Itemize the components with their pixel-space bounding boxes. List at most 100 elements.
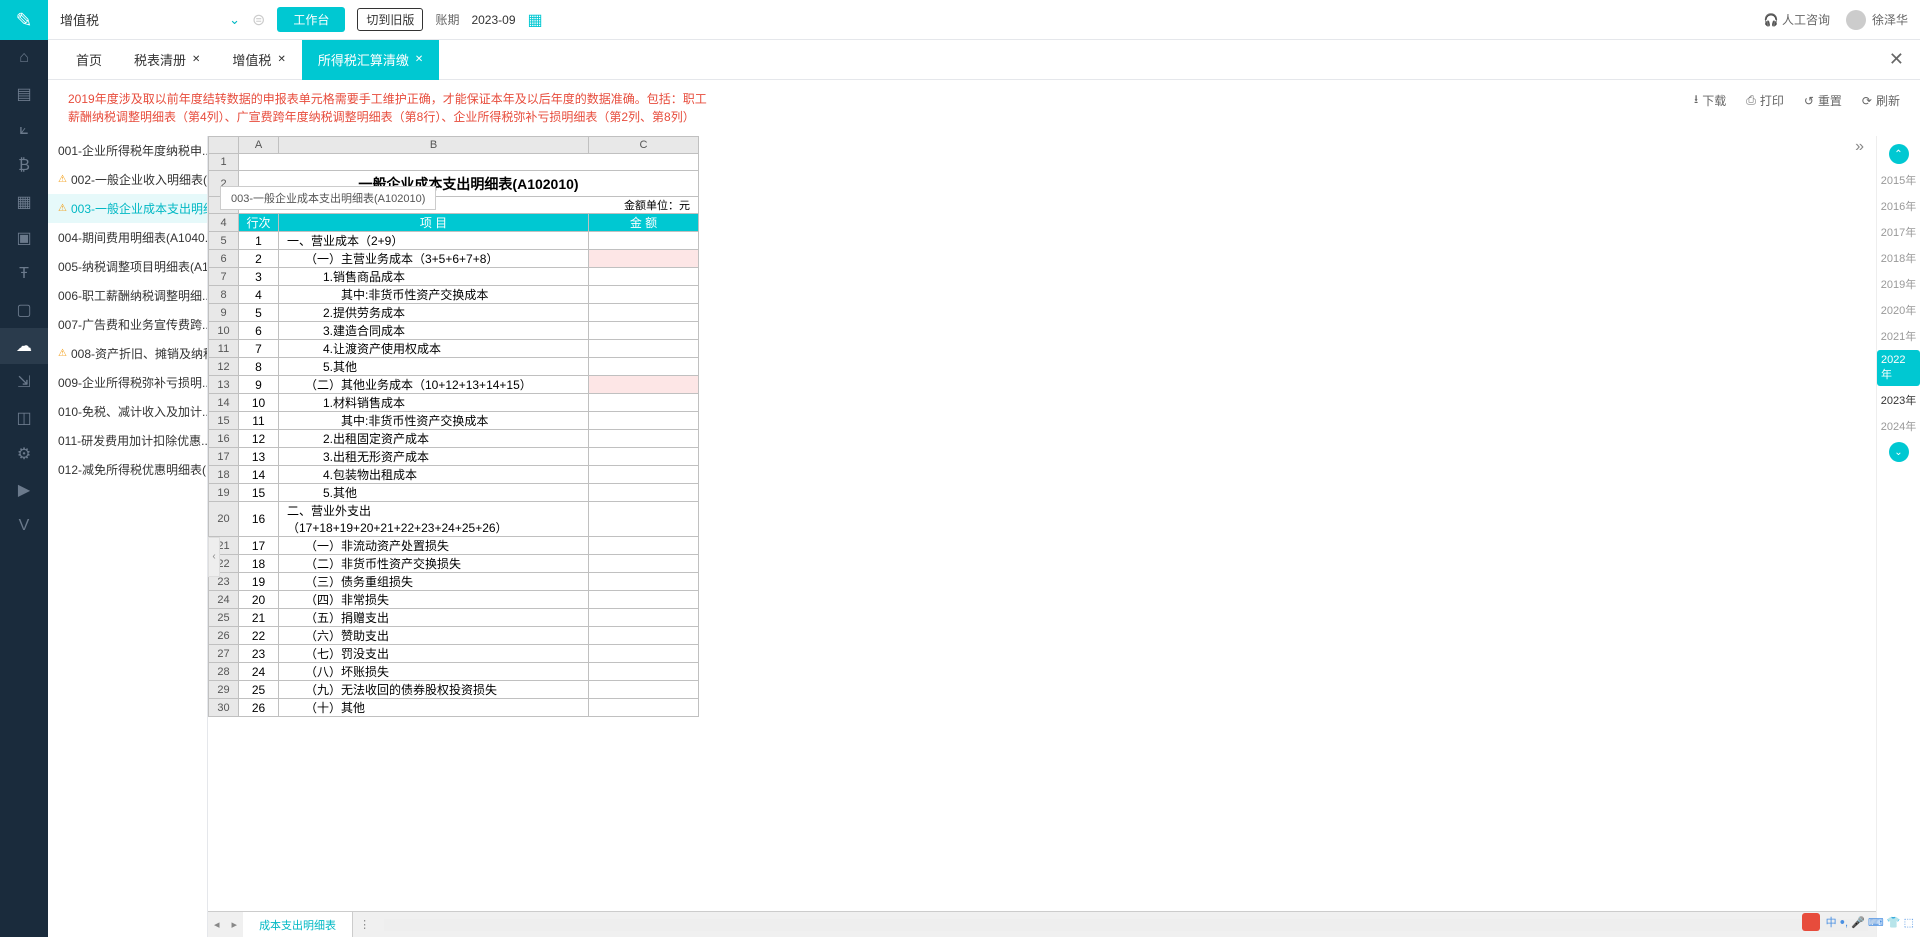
amount-cell[interactable]: [589, 466, 699, 484]
tab-税表清册[interactable]: 税表清册✕: [118, 40, 216, 80]
expand-icon[interactable]: »: [1847, 138, 1872, 156]
nav-tax-icon[interactable]: ☁: [0, 328, 48, 364]
amount-cell[interactable]: [589, 412, 699, 430]
row-number: 24: [239, 663, 279, 681]
nav-settings-icon[interactable]: ⚙: [0, 436, 48, 472]
amount-cell[interactable]: [589, 232, 699, 250]
nav-item[interactable]: 011-研发费用加计扣除优惠...: [48, 426, 207, 455]
nav-chart-icon[interactable]: ⟀: [0, 112, 48, 148]
amount-cell[interactable]: [589, 681, 699, 699]
nav-v-icon[interactable]: V: [0, 508, 48, 544]
nav-item[interactable]: 009-企业所得税弥补亏损明...: [48, 368, 207, 397]
horizontal-scrollbar[interactable]: [384, 919, 1868, 931]
sheet-scroll[interactable]: ABC12一般企业成本支出明细表(A102010)3金额单位：元4行次项 目金 …: [208, 136, 1876, 911]
amount-cell[interactable]: [589, 340, 699, 358]
amount-cell[interactable]: [589, 627, 699, 645]
close-icon[interactable]: ✕: [192, 54, 200, 65]
user-menu[interactable]: 徐泽华: [1846, 10, 1908, 30]
nav-item[interactable]: 005-纳税调整项目明细表(A1...: [48, 252, 207, 281]
amount-cell[interactable]: [589, 304, 699, 322]
oldversion-button[interactable]: 切到旧版: [357, 8, 423, 31]
amount-cell[interactable]: [589, 573, 699, 591]
nav-money-icon[interactable]: ₿: [0, 148, 48, 184]
year-item[interactable]: 2017年: [1879, 220, 1918, 244]
nav-item[interactable]: 010-免税、减计收入及加计...: [48, 397, 207, 426]
sheet-next-icon[interactable]: ▸: [226, 918, 244, 931]
nav-video-icon[interactable]: ▶: [0, 472, 48, 508]
support-link[interactable]: 🎧 人工咨询: [1764, 11, 1830, 28]
year-item[interactable]: 2023年: [1879, 388, 1918, 412]
sheet-tab[interactable]: 成本支出明细表: [243, 912, 353, 937]
close-icon[interactable]: ✕: [277, 54, 285, 65]
close-icon[interactable]: ✕: [415, 54, 423, 65]
nav-inbox-icon[interactable]: ◫: [0, 400, 48, 436]
company-dropdown[interactable]: 增值税 ⌄: [60, 10, 240, 29]
nav-item[interactable]: 012-减免所得税优惠明细表(...: [48, 455, 207, 484]
nav-report-icon[interactable]: ▦: [0, 184, 48, 220]
collapse-handle[interactable]: ‹: [208, 537, 220, 577]
ime-logo-icon[interactable]: [1802, 913, 1820, 931]
tab-所得税汇算清缴[interactable]: 所得税汇算清缴✕: [302, 40, 439, 80]
ime-status[interactable]: 中 ꔷ, 🎤 ⌨ 👕 ⬚: [1826, 914, 1914, 930]
download-action[interactable]: ⭳ 下载: [1694, 90, 1726, 111]
amount-cell[interactable]: [589, 268, 699, 286]
row-item: 4.让渡资产使用权成本: [279, 340, 589, 358]
nav-item[interactable]: 006-职工薪酬纳税调整明细...: [48, 281, 207, 310]
col-header[interactable]: B: [279, 137, 589, 154]
amount-cell[interactable]: [589, 286, 699, 304]
nav-form-icon[interactable]: ▣: [0, 220, 48, 256]
refresh-action[interactable]: ⟳ 刷新: [1862, 90, 1900, 111]
nav-item[interactable]: ⚠003-一般企业成本支出明细...: [48, 194, 207, 223]
amount-cell[interactable]: [589, 376, 699, 394]
year-item[interactable]: 2018年: [1879, 246, 1918, 270]
amount-cell[interactable]: [589, 322, 699, 340]
reset-action[interactable]: ↺ 重置: [1804, 90, 1842, 111]
sheet-prev-icon[interactable]: ◂: [208, 918, 226, 931]
print-action[interactable]: ⎙ 打印: [1746, 90, 1784, 111]
tab-首页[interactable]: 首页: [60, 40, 118, 80]
amount-cell[interactable]: [589, 609, 699, 627]
nav-item[interactable]: ⚠002-一般企业收入明细表(A...: [48, 165, 207, 194]
year-rail: ⌃ 2015年2016年2017年2018年2019年2020年2021年202…: [1876, 136, 1920, 937]
amount-cell[interactable]: [589, 502, 699, 537]
nav-t-icon[interactable]: Ŧ: [0, 256, 48, 292]
amount-cell[interactable]: [589, 663, 699, 681]
sheet-menu-icon[interactable]: ⋮: [353, 918, 376, 931]
nav-export-icon[interactable]: ⇲: [0, 364, 48, 400]
nav-item[interactable]: 007-广告费和业务宣传费跨...: [48, 310, 207, 339]
tab-增值税[interactable]: 增值税✕: [216, 40, 301, 80]
amount-cell[interactable]: [589, 699, 699, 717]
year-item[interactable]: 2016年: [1879, 194, 1918, 218]
nav-doc-icon[interactable]: ▤: [0, 76, 48, 112]
year-item[interactable]: 2022年: [1877, 350, 1920, 386]
year-down-icon[interactable]: ⌄: [1889, 442, 1909, 462]
nav-item[interactable]: 004-期间费用明细表(A1040...: [48, 223, 207, 252]
nav-home-icon[interactable]: ⌂: [0, 40, 48, 76]
workspace-button[interactable]: 工作台: [277, 7, 345, 32]
amount-cell[interactable]: [589, 430, 699, 448]
col-header[interactable]: A: [239, 137, 279, 154]
amount-cell[interactable]: [589, 591, 699, 609]
app-logo[interactable]: ✎: [0, 0, 48, 40]
year-item[interactable]: 2015年: [1879, 168, 1918, 192]
year-up-icon[interactable]: ⌃: [1889, 144, 1909, 164]
amount-cell[interactable]: [589, 645, 699, 663]
amount-cell[interactable]: [589, 555, 699, 573]
nav-calendar-icon[interactable]: ▢: [0, 292, 48, 328]
amount-cell[interactable]: [589, 394, 699, 412]
calendar-icon[interactable]: ▦: [528, 10, 543, 30]
nav-item[interactable]: 001-企业所得税年度纳税申...: [48, 136, 207, 165]
amount-cell[interactable]: [589, 250, 699, 268]
amount-cell[interactable]: [589, 358, 699, 376]
year-item[interactable]: 2024年: [1879, 414, 1918, 438]
amount-cell[interactable]: [589, 484, 699, 502]
col-header[interactable]: C: [589, 137, 699, 154]
amount-cell[interactable]: [589, 448, 699, 466]
nav-item[interactable]: ⚠008-资产折旧、摊销及纳税...: [48, 339, 207, 368]
amount-cell[interactable]: [589, 537, 699, 555]
close-all-icon[interactable]: ✕: [1885, 45, 1908, 74]
year-item[interactable]: 2020年: [1879, 298, 1918, 322]
year-item[interactable]: 2019年: [1879, 272, 1918, 296]
year-item[interactable]: 2021年: [1879, 324, 1918, 348]
period-value[interactable]: 2023-09: [471, 13, 515, 27]
